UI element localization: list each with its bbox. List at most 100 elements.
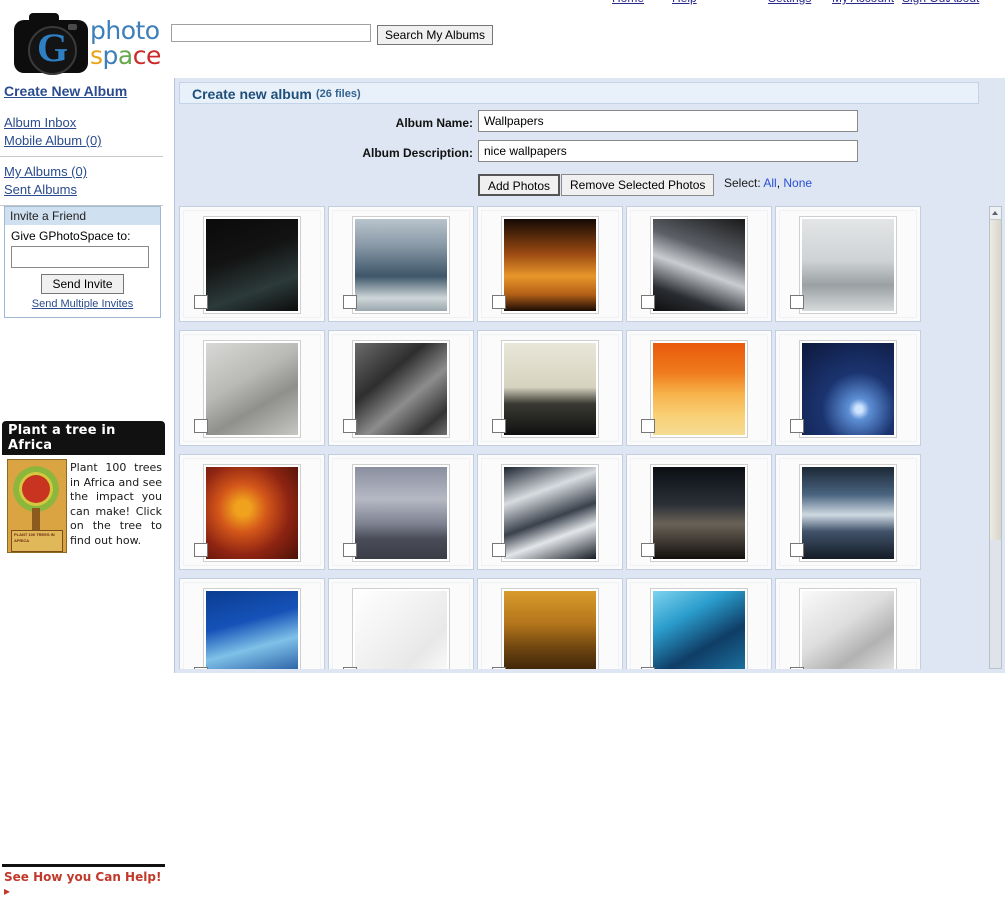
photo-select-checkbox[interactable] xyxy=(492,419,506,433)
ad-cta-link[interactable]: See How you Can Help! ▸ xyxy=(4,870,165,898)
photo-select-checkbox[interactable] xyxy=(343,295,357,309)
photo-thumbnail[interactable] xyxy=(502,589,598,669)
photo-cell[interactable] xyxy=(775,578,921,669)
remove-selected-photos-button[interactable]: Remove Selected Photos xyxy=(561,174,715,196)
photo-thumbnail[interactable] xyxy=(651,341,747,437)
photo-thumbnail[interactable] xyxy=(502,341,598,437)
photo-cell[interactable] xyxy=(328,206,474,322)
add-photos-button[interactable]: Add Photos xyxy=(478,174,561,196)
photo-select-checkbox[interactable] xyxy=(641,419,655,433)
send-invite-button[interactable]: Send Invite xyxy=(41,274,124,294)
sidebar-nav-group-2: My Albums (0) Sent Albums xyxy=(0,157,163,206)
top-nav-fragment-1[interactable]: Help xyxy=(672,0,697,5)
scrollbar-thumb[interactable] xyxy=(990,220,1001,540)
photo-cell[interactable] xyxy=(477,206,623,322)
photo-select-checkbox[interactable] xyxy=(343,419,357,433)
photo-select-checkbox[interactable] xyxy=(492,295,506,309)
photo-thumbnail[interactable] xyxy=(651,589,747,669)
page-header: G photo space Search My Albums xyxy=(0,10,1005,78)
photo-cell[interactable] xyxy=(179,454,325,570)
photo-select-checkbox[interactable] xyxy=(492,543,506,557)
photo-select-checkbox[interactable] xyxy=(343,667,357,669)
photo-select-checkbox[interactable] xyxy=(641,543,655,557)
photo-cell[interactable] xyxy=(626,454,772,570)
send-multiple-invites-link[interactable]: Send Multiple Invites xyxy=(11,298,154,310)
top-nav-fragment-5[interactable]: About xyxy=(948,0,979,5)
photo-cell-inner xyxy=(779,458,917,566)
search-my-albums-button[interactable]: Search My Albums xyxy=(377,25,494,45)
photo-cell[interactable] xyxy=(775,330,921,446)
album-description-input[interactable] xyxy=(478,140,858,162)
site-logo[interactable]: G photo space xyxy=(10,13,165,76)
logo-letter-c: c xyxy=(132,41,147,70)
photo-thumbnail[interactable] xyxy=(353,465,449,561)
logo-wordmark: photo space xyxy=(90,18,161,68)
photo-thumbnail[interactable] xyxy=(800,465,896,561)
sidebar-item-sent-albums[interactable]: Sent Albums xyxy=(4,182,163,197)
photo-select-checkbox[interactable] xyxy=(492,667,506,669)
lens-icon: G xyxy=(28,25,77,75)
photo-grid-scrollbar[interactable] xyxy=(989,206,1002,669)
photo-thumbnail[interactable] xyxy=(800,341,896,437)
sidebar-item-mobile-album[interactable]: Mobile Album (0) xyxy=(4,133,163,148)
photo-select-checkbox[interactable] xyxy=(641,667,655,669)
photo-thumbnail[interactable] xyxy=(204,465,300,561)
photo-thumbnail[interactable] xyxy=(800,217,896,313)
photo-cell[interactable] xyxy=(626,578,772,669)
photo-select-checkbox[interactable] xyxy=(641,295,655,309)
photo-cell[interactable] xyxy=(179,206,325,322)
photo-thumbnail[interactable] xyxy=(651,217,747,313)
photo-select-checkbox[interactable] xyxy=(194,667,208,669)
photo-thumbnail[interactable] xyxy=(353,341,449,437)
album-name-input[interactable] xyxy=(478,110,858,132)
top-nav-fragment-4[interactable]: Sign Out xyxy=(902,0,949,5)
select-all-link[interactable]: All xyxy=(763,176,776,190)
ad-headline: Plant a tree in Africa xyxy=(2,421,165,455)
photo-cell-inner xyxy=(779,582,917,669)
plant-a-tree-ad[interactable]: Plant a tree in Africa PLANT 100 TREES I… xyxy=(2,421,165,898)
photo-select-checkbox[interactable] xyxy=(194,419,208,433)
photo-thumbnail[interactable] xyxy=(353,217,449,313)
chevron-up-icon[interactable] xyxy=(990,207,1001,220)
sidebar-item-album-inbox[interactable]: Album Inbox xyxy=(4,115,163,130)
sidebar-create-new-album[interactable]: Create New Album xyxy=(4,83,127,99)
photo-cell[interactable] xyxy=(179,330,325,446)
top-nav-fragment-3[interactable]: My Account xyxy=(832,0,894,5)
photo-cell[interactable] xyxy=(477,578,623,669)
photo-thumbnail[interactable] xyxy=(800,589,896,669)
photo-cell[interactable] xyxy=(626,206,772,322)
photo-cell[interactable] xyxy=(328,330,474,446)
photo-cell[interactable] xyxy=(179,578,325,669)
photo-thumbnail[interactable] xyxy=(502,217,598,313)
photo-select-checkbox[interactable] xyxy=(194,543,208,557)
photo-cell[interactable] xyxy=(328,454,474,570)
photo-cell[interactable] xyxy=(477,330,623,446)
photo-cell-inner xyxy=(183,458,321,566)
logo-letter-p: p xyxy=(102,41,119,70)
album-description-label: Album Description: xyxy=(362,146,473,160)
photo-cell[interactable] xyxy=(775,206,921,322)
photo-thumbnail[interactable] xyxy=(204,217,300,313)
invite-email-input[interactable] xyxy=(11,246,149,268)
search-input[interactable] xyxy=(171,24,371,42)
select-none-link[interactable]: None xyxy=(783,176,812,190)
photo-select-checkbox[interactable] xyxy=(790,419,804,433)
invite-panel-body: Give GPhotoSpace to: Send Invite Send Mu… xyxy=(5,225,160,317)
sidebar-item-my-albums[interactable]: My Albums (0) xyxy=(4,164,163,179)
photo-select-checkbox[interactable] xyxy=(343,543,357,557)
photo-cell[interactable] xyxy=(328,578,474,669)
photo-select-checkbox[interactable] xyxy=(790,543,804,557)
photo-select-checkbox[interactable] xyxy=(790,295,804,309)
top-nav-fragment-2[interactable]: Settings xyxy=(768,0,811,5)
photo-cell[interactable] xyxy=(477,454,623,570)
photo-thumbnail[interactable] xyxy=(204,341,300,437)
photo-thumbnail[interactable] xyxy=(502,465,598,561)
photo-thumbnail[interactable] xyxy=(651,465,747,561)
photo-cell[interactable] xyxy=(775,454,921,570)
photo-thumbnail[interactable] xyxy=(353,589,449,669)
photo-cell[interactable] xyxy=(626,330,772,446)
top-nav-fragment-0[interactable]: Home xyxy=(612,0,644,5)
photo-select-checkbox[interactable] xyxy=(194,295,208,309)
photo-select-checkbox[interactable] xyxy=(790,667,804,669)
photo-thumbnail[interactable] xyxy=(204,589,300,669)
